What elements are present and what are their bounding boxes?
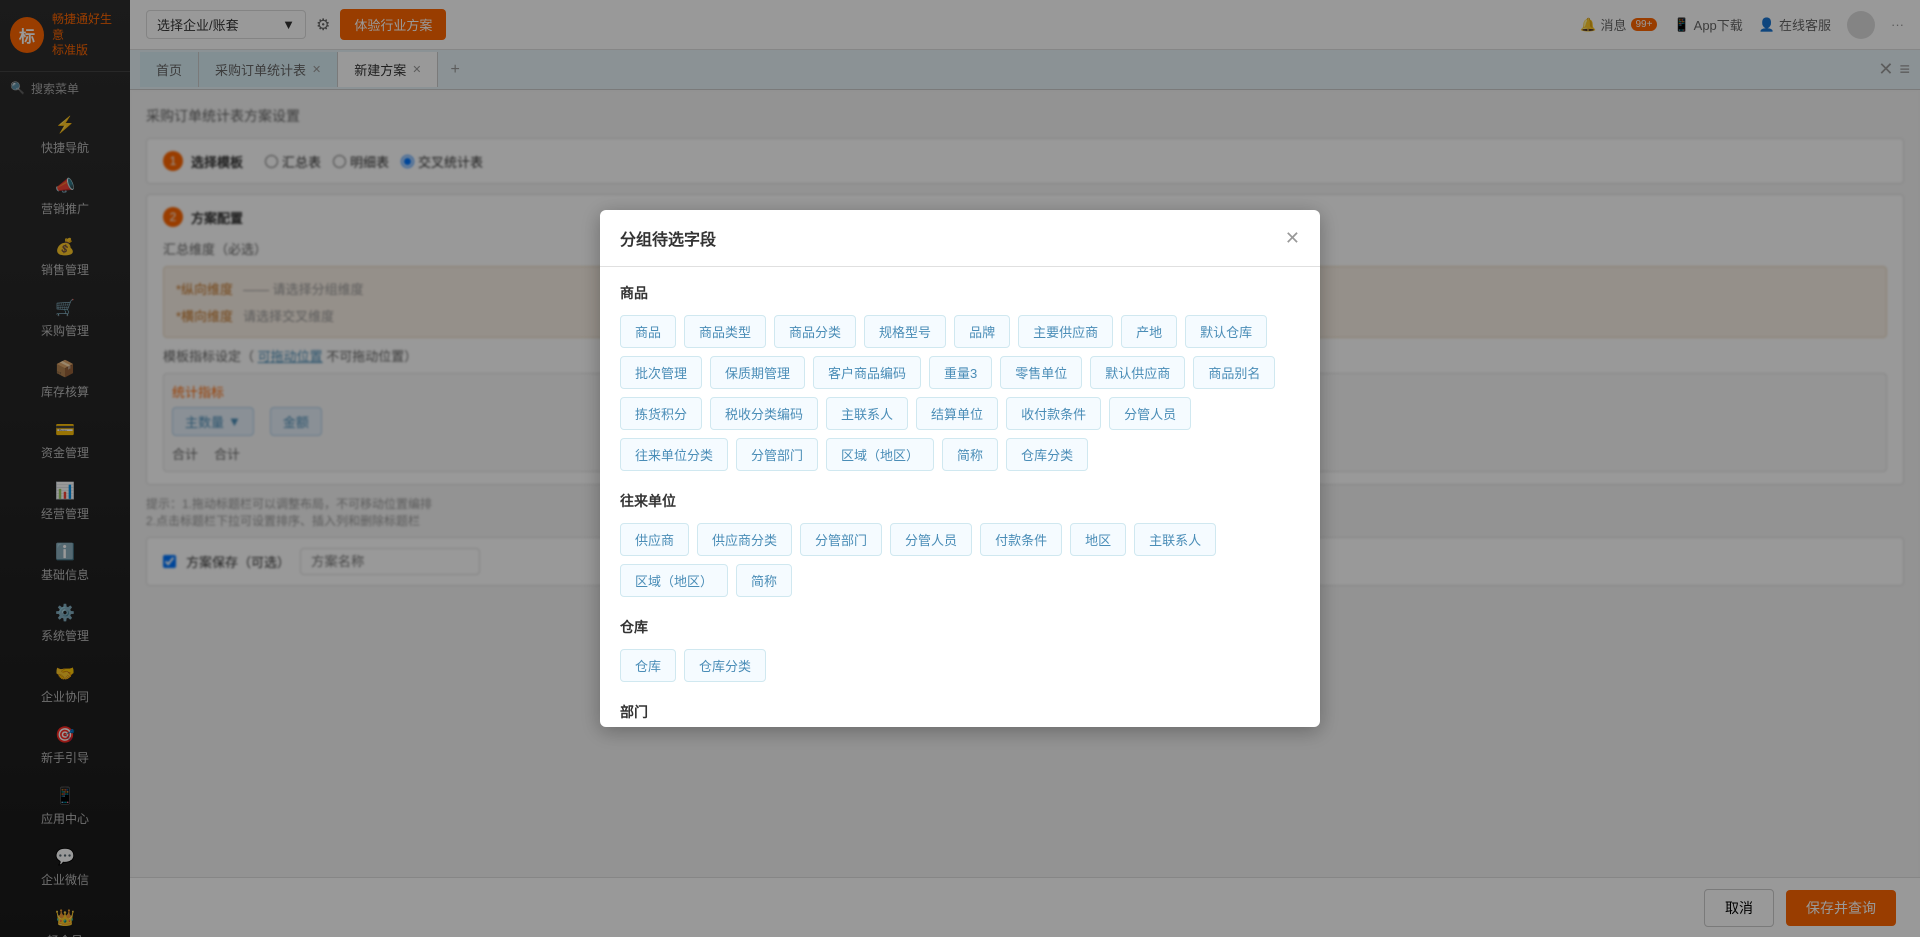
section-title-warehouse: 仓库	[620, 617, 1300, 637]
field-tag[interactable]: 拣货积分	[620, 397, 702, 430]
field-tag[interactable]: 默认仓库	[1185, 315, 1267, 348]
modal-scroll-area[interactable]: 商品 商品商品类型商品分类规格型号品牌主要供应商产地默认仓库批次管理保质期管理客…	[600, 267, 1320, 727]
partner-fields: 供应商供应商分类分管部门分管人员付款条件地区主联系人区域（地区）简称	[620, 523, 1300, 597]
goods-fields: 商品商品类型商品分类规格型号品牌主要供应商产地默认仓库批次管理保质期管理客户商品…	[620, 315, 1300, 471]
field-tag[interactable]: 付款条件	[980, 523, 1062, 556]
field-tag[interactable]: 商品类型	[684, 315, 766, 348]
field-tag[interactable]: 主联系人	[1134, 523, 1216, 556]
field-tag[interactable]: 仓库分类	[684, 649, 766, 682]
modal-overlay: 分组待选字段 ✕ 商品 商品商品类型商品分类规格型号品牌主要供应商产地默认仓库批…	[0, 0, 1920, 937]
field-tag[interactable]: 规格型号	[864, 315, 946, 348]
field-tag[interactable]: 品牌	[954, 315, 1010, 348]
section-title-department: 部门	[620, 702, 1300, 722]
warehouse-fields: 仓库仓库分类	[620, 649, 1300, 682]
field-tag[interactable]: 简称	[736, 564, 792, 597]
field-tag[interactable]: 主要供应商	[1018, 315, 1113, 348]
modal-header: 分组待选字段 ✕	[600, 210, 1320, 267]
field-tag[interactable]: 分管部门	[736, 438, 818, 471]
field-tag[interactable]: 分管人员	[1109, 397, 1191, 430]
field-tag[interactable]: 主联系人	[826, 397, 908, 430]
modal-title: 分组待选字段	[620, 226, 716, 250]
field-tag[interactable]: 商品	[620, 315, 676, 348]
field-tag[interactable]: 批次管理	[620, 356, 702, 389]
field-tag[interactable]: 仓库	[620, 649, 676, 682]
field-tag[interactable]: 客户商品编码	[813, 356, 921, 389]
field-tag[interactable]: 往来单位分类	[620, 438, 728, 471]
section-title-goods: 商品	[620, 283, 1300, 303]
field-tag[interactable]: 收付款条件	[1006, 397, 1101, 430]
modal-close-btn[interactable]: ✕	[1285, 229, 1300, 247]
field-tag[interactable]: 商品别名	[1193, 356, 1275, 389]
field-tag[interactable]: 分管部门	[800, 523, 882, 556]
field-tag[interactable]: 产地	[1121, 315, 1177, 348]
field-tag[interactable]: 地区	[1070, 523, 1126, 556]
field-tag[interactable]: 简称	[942, 438, 998, 471]
field-tag[interactable]: 重量3	[929, 356, 992, 389]
modal: 分组待选字段 ✕ 商品 商品商品类型商品分类规格型号品牌主要供应商产地默认仓库批…	[600, 210, 1320, 727]
field-tag[interactable]: 供应商分类	[697, 523, 792, 556]
field-tag[interactable]: 保质期管理	[710, 356, 805, 389]
field-tag[interactable]: 税收分类编码	[710, 397, 818, 430]
field-group-goods: 商品 商品商品类型商品分类规格型号品牌主要供应商产地默认仓库批次管理保质期管理客…	[620, 283, 1300, 471]
field-tag[interactable]: 区域（地区）	[826, 438, 934, 471]
field-group-department: 部门 部门	[620, 702, 1300, 727]
field-tag[interactable]: 仓库分类	[1006, 438, 1088, 471]
field-tag[interactable]: 商品分类	[774, 315, 856, 348]
field-tag[interactable]: 结算单位	[916, 397, 998, 430]
field-group-warehouse: 仓库 仓库仓库分类	[620, 617, 1300, 682]
field-tag[interactable]: 零售单位	[1000, 356, 1082, 389]
field-tag[interactable]: 供应商	[620, 523, 689, 556]
section-title-partner: 往来单位	[620, 491, 1300, 511]
field-tag[interactable]: 分管人员	[890, 523, 972, 556]
field-tag[interactable]: 默认供应商	[1090, 356, 1185, 389]
field-group-partner: 往来单位 供应商供应商分类分管部门分管人员付款条件地区主联系人区域（地区）简称	[620, 491, 1300, 597]
field-tag[interactable]: 区域（地区）	[620, 564, 728, 597]
